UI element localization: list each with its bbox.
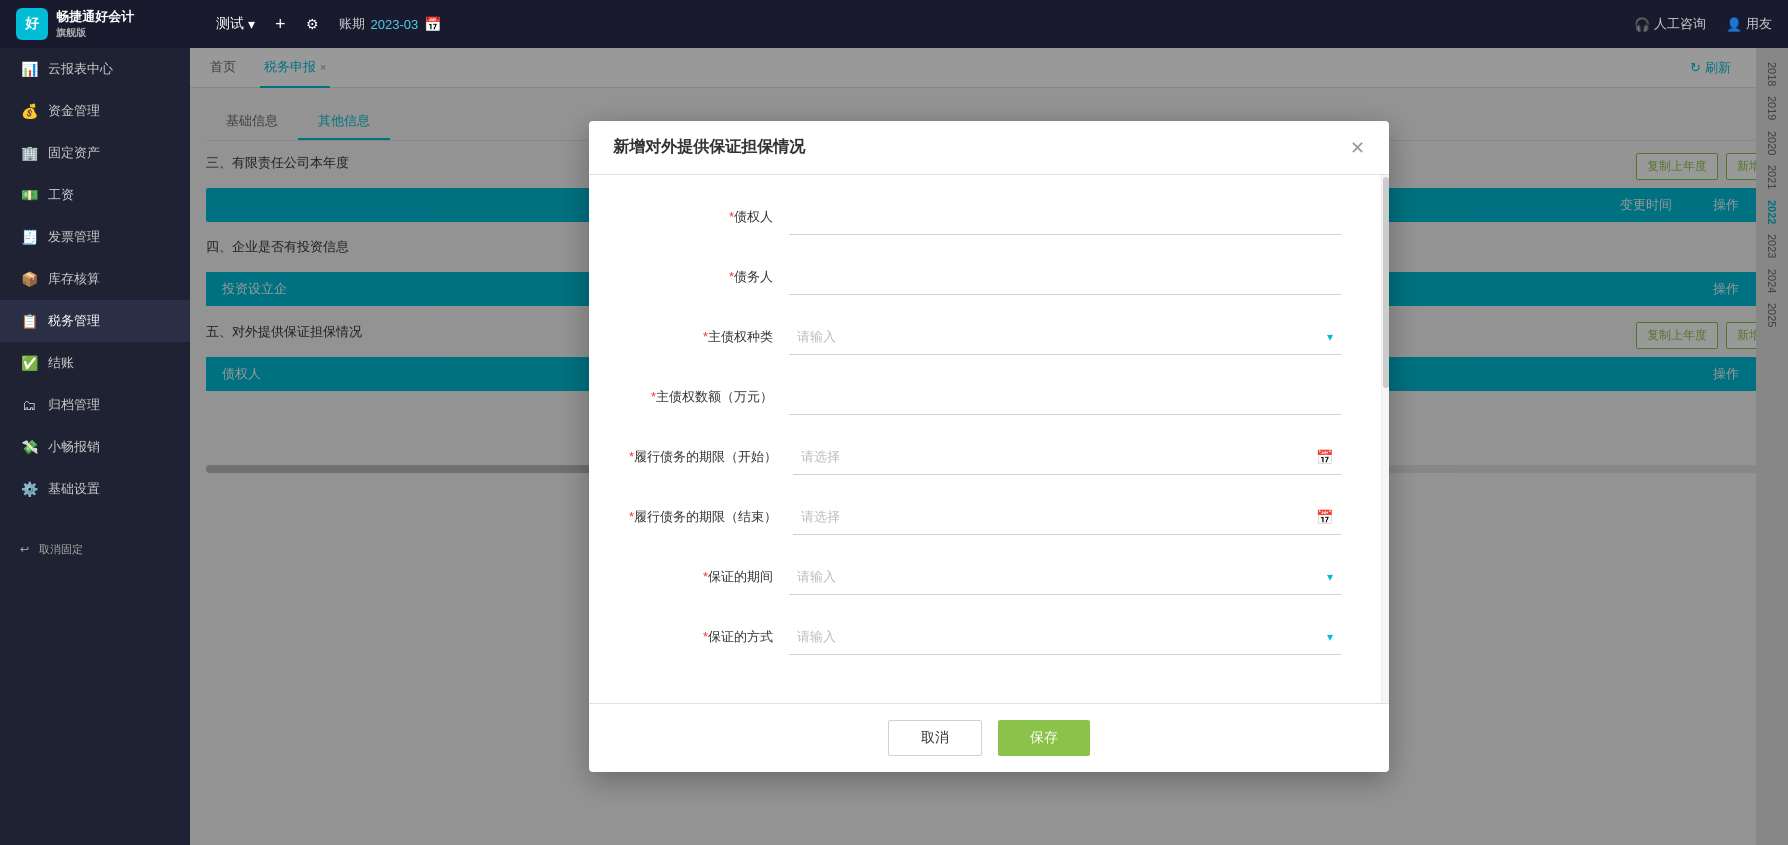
modal-body: *债权人 *债务人 *主债权种类 请输入 (589, 175, 1381, 703)
modal-title: 新增对外提供保证担保情况 (613, 137, 805, 158)
logo-text-main: 畅捷通好会计 (56, 8, 134, 26)
user-icon: 👤 (1726, 17, 1742, 32)
guarantee-method-label: *保证的方式 (629, 628, 789, 646)
form-row-period-start: *履行债务的期限（开始） 请选择 📅 (629, 439, 1341, 475)
logo-text-sub: 旗舰版 (56, 26, 134, 40)
cancel-button[interactable]: 取消 (888, 720, 982, 756)
sidebar-item-jichushezhi[interactable]: ⚙️ 基础设置 (0, 468, 190, 510)
period-start-picker[interactable]: 请选择 📅 (793, 439, 1341, 475)
sidebar: 📊 云报表中心 💰 资金管理 🏢 固定资产 💵 工资 🧾 发票管理 📦 库存核算… (0, 48, 190, 845)
user-menu[interactable]: 👤 用友 (1726, 15, 1772, 33)
chevron-down-period-icon: ▾ (1327, 570, 1333, 584)
period-start-label: *履行债务的期限（开始） (629, 448, 793, 466)
sidebar-item-fapiao[interactable]: 🧾 发票管理 (0, 216, 190, 258)
sidebar-item-label: 取消固定 (39, 542, 83, 557)
sidebar-item-label: 发票管理 (48, 228, 100, 246)
period-selector[interactable]: 账期 2023-03 📅 (339, 15, 442, 33)
form-row-period-end: *履行债务的期限（结束） 请选择 📅 (629, 499, 1341, 535)
chevron-down-method-icon: ▾ (1327, 630, 1333, 644)
chart-icon: 📊 (20, 60, 38, 78)
modal-header: 新增对外提供保证担保情况 ✕ (589, 121, 1389, 175)
period-end-picker[interactable]: 请选择 📅 (793, 499, 1341, 535)
sidebar-item-yunbaobiao[interactable]: 📊 云报表中心 (0, 48, 190, 90)
save-button[interactable]: 保存 (998, 720, 1090, 756)
sidebar-item-label: 结账 (48, 354, 74, 372)
modal-footer: 取消 保存 (589, 703, 1389, 772)
sidebar-item-gongzi[interactable]: 💵 工资 (0, 174, 190, 216)
undo-icon: ↩ (20, 543, 29, 556)
form-row-claim-type: *主债权种类 请输入 ▾ (629, 319, 1341, 355)
modal-close-button[interactable]: ✕ (1350, 139, 1365, 157)
inventory-icon: 📦 (20, 270, 38, 288)
form-row-guarantee-method: *保证的方式 请输入 ▾ (629, 619, 1341, 655)
sidebar-item-label: 小畅报销 (48, 438, 100, 456)
claim-type-label: *主债权种类 (629, 328, 789, 346)
form-row-guarantee-period: *保证的期间 请输入 ▾ (629, 559, 1341, 595)
sidebar-item-zijin[interactable]: 💰 资金管理 (0, 90, 190, 132)
logo: 好 畅捷通好会计 旗舰版 (16, 8, 206, 40)
tax-icon: 📋 (20, 312, 38, 330)
sidebar-item-gudingzichan[interactable]: 🏢 固定资产 (0, 132, 190, 174)
sidebar-item-jiezhang[interactable]: ✅ 结账 (0, 342, 190, 384)
company-name[interactable]: 测试 ▾ (216, 15, 255, 33)
modal-scrollbar[interactable] (1381, 175, 1389, 703)
form-row-claim-amount: *主债权数额（万元） (629, 379, 1341, 415)
form-row-debtor: *债务人 (629, 259, 1341, 295)
sidebar-item-label: 基础设置 (48, 480, 100, 498)
sidebar-item-label: 税务管理 (48, 312, 100, 330)
sidebar-item-label: 固定资产 (48, 144, 100, 162)
logo-icon: 好 (16, 8, 48, 40)
creditor-input[interactable] (789, 199, 1341, 235)
sidebar-item-label: 归档管理 (48, 396, 100, 414)
sidebar-item-shuiwu[interactable]: 📋 税务管理 (0, 300, 190, 342)
chevron-down-icon: ▾ (1327, 330, 1333, 344)
sidebar-item-label: 资金管理 (48, 102, 100, 120)
guarantee-period-label: *保证的期间 (629, 568, 789, 586)
money-icon: 💰 (20, 102, 38, 120)
support-button[interactable]: 🎧 人工咨询 (1634, 15, 1706, 33)
calendar-icon: 📅 (424, 16, 441, 32)
close-book-icon: ✅ (20, 354, 38, 372)
sidebar-item-label: 云报表中心 (48, 60, 113, 78)
sidebar-item-label: 工资 (48, 186, 74, 204)
guarantee-period-select[interactable]: 请输入 ▾ (789, 559, 1341, 595)
gear-icon[interactable]: ⚙ (306, 16, 319, 32)
topbar: 好 畅捷通好会计 旗舰版 测试 ▾ + ⚙ 账期 2023-03 📅 🎧 人工咨… (0, 0, 1788, 48)
sidebar-item-kucun[interactable]: 📦 库存核算 (0, 258, 190, 300)
headset-icon: 🎧 (1634, 17, 1650, 32)
claim-amount-input[interactable] (789, 379, 1341, 415)
modal-overlay: 新增对外提供保证担保情况 ✕ *债权人 *债务人 (190, 48, 1788, 845)
creditor-label: *债权人 (629, 208, 789, 226)
debtor-input[interactable] (789, 259, 1341, 295)
modal-add-guarantee: 新增对外提供保证担保情况 ✕ *债权人 *债务人 (589, 121, 1389, 772)
archive-icon: 🗂 (20, 396, 38, 414)
claim-amount-label: *主债权数额（万元） (629, 388, 789, 406)
sidebar-item-label: 库存核算 (48, 270, 100, 288)
modal-scrollbar-thumb (1383, 177, 1389, 388)
topbar-right: 🎧 人工咨询 👤 用友 (1634, 15, 1772, 33)
claim-type-select[interactable]: 请输入 ▾ (789, 319, 1341, 355)
sidebar-item-xiaochang[interactable]: 💸 小畅报销 (0, 426, 190, 468)
building-icon: 🏢 (20, 144, 38, 162)
sidebar-item-quxiaogudingzichan[interactable]: ↩ 取消固定 (0, 530, 190, 569)
expense-icon: 💸 (20, 438, 38, 456)
period-end-label: *履行债务的期限（结束） (629, 508, 793, 526)
salary-icon: 💵 (20, 186, 38, 204)
invoice-icon: 🧾 (20, 228, 38, 246)
form-row-creditor: *债权人 (629, 199, 1341, 235)
sidebar-item-guidang[interactable]: 🗂 归档管理 (0, 384, 190, 426)
guarantee-method-select[interactable]: 请输入 ▾ (789, 619, 1341, 655)
topbar-center: 测试 ▾ + ⚙ 账期 2023-03 📅 (206, 14, 1634, 35)
add-icon[interactable]: + (275, 14, 286, 35)
calendar-end-icon: 📅 (1316, 509, 1333, 525)
settings-icon: ⚙️ (20, 480, 38, 498)
debtor-label: *债务人 (629, 268, 789, 286)
calendar-start-icon: 📅 (1316, 449, 1333, 465)
